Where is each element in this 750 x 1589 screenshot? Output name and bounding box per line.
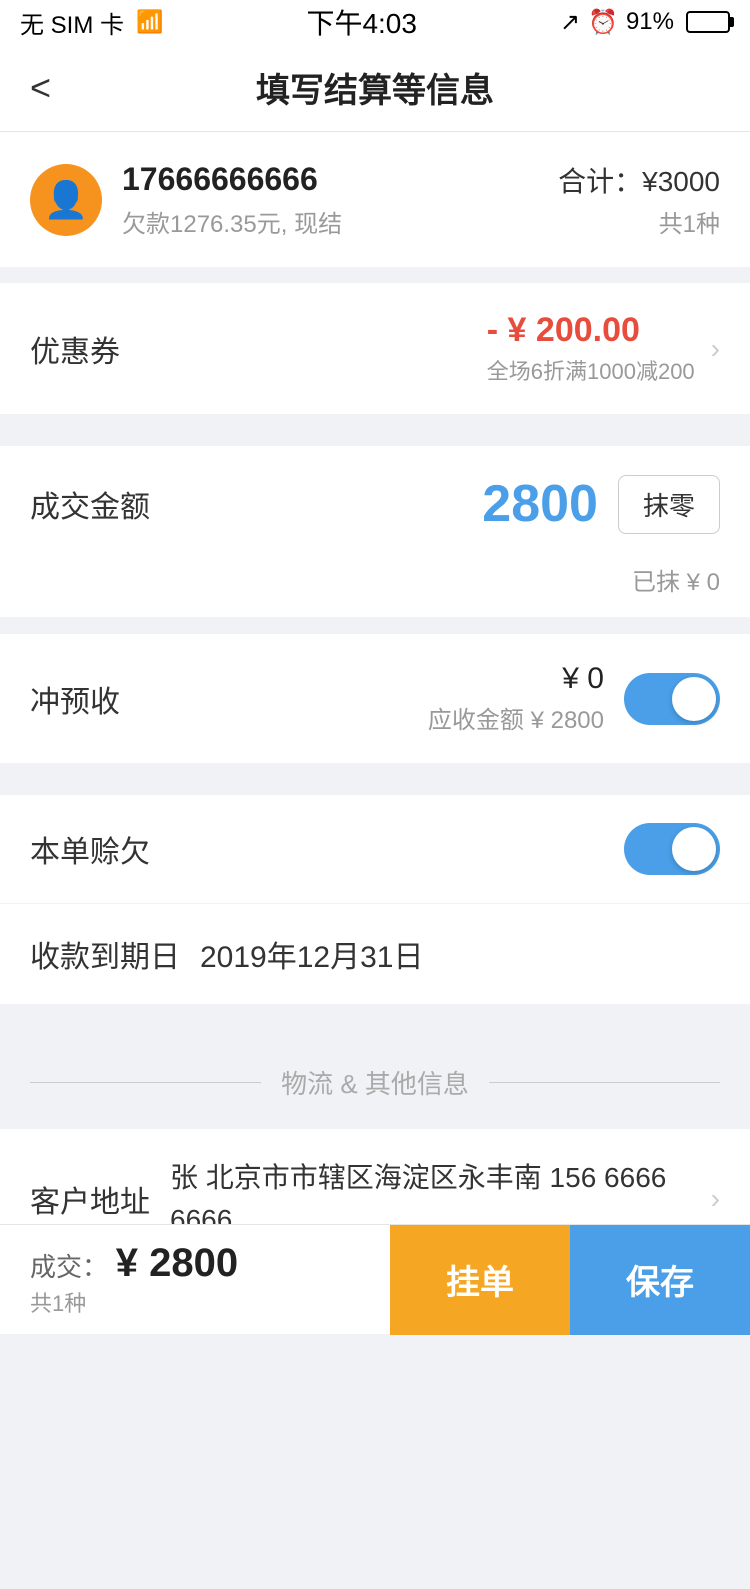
total-label: 合计： (558, 166, 642, 197)
debt-row: 本单赊欠 (0, 795, 750, 903)
address-chevron-icon: › (711, 1183, 720, 1215)
debt-toggle[interactable] (624, 823, 720, 875)
prepay-value: ¥ 0 (428, 662, 604, 696)
status-bar-right: ↗ ⏰ 91% (560, 8, 730, 37)
user-left: 👤 17666666666 欠款1276.35元, 现结 (30, 161, 342, 239)
total-label-value: 合计：¥3000 (558, 160, 720, 200)
debt-label: 本单赊欠 (30, 827, 150, 871)
bottom-summary-label: 成交： (30, 1252, 108, 1282)
coupon-info: - ¥ 200.00 全场6折满1000减200 (487, 311, 695, 386)
amount-label: 成交金额 (30, 482, 150, 526)
status-time: 下午4:03 (306, 2, 417, 42)
status-bar-left: 无 SIM 卡 📶 (20, 5, 163, 40)
bottom-summary-row: 成交： ¥ 2800 (30, 1241, 360, 1286)
hang-button[interactable]: 挂单 (390, 1225, 570, 1335)
save-button[interactable]: 保存 (570, 1225, 750, 1335)
carrier-label: 无 SIM 卡 (20, 5, 124, 40)
coupon-right: - ¥ 200.00 全场6折满1000减200 › (487, 311, 720, 386)
user-card: 👤 17666666666 欠款1276.35元, 现结 合计：¥3000 共1… (0, 132, 750, 267)
divider-3 (0, 1020, 750, 1036)
bottom-summary: 成交： ¥ 2800 共1种 (0, 1241, 390, 1318)
amount-sub: 已抹 ¥ 0 (0, 562, 750, 617)
total-amount: ¥3000 (642, 166, 720, 197)
coupon-chevron-icon: › (711, 333, 720, 365)
user-info: 17666666666 欠款1276.35元, 现结 (122, 161, 342, 239)
amount-value: 2800 (482, 474, 598, 534)
amount-row: 成交金额 2800 抹零 (0, 446, 750, 562)
prepay-label: 冲预收 (30, 677, 120, 721)
coupon-label: 优惠券 (30, 327, 120, 371)
address-label: 客户地址 (30, 1177, 150, 1221)
amount-right: 2800 抹零 (482, 474, 720, 534)
wifi-icon: 📶 (136, 9, 163, 35)
user-debt-status: 欠款1276.35元, 现结 (122, 204, 342, 239)
bottom-summary-value: ¥ 2800 (116, 1241, 238, 1285)
prepay-toggle[interactable] (624, 673, 720, 725)
coupon-discount: - ¥ 200.00 (487, 311, 695, 350)
bottom-summary-count: 共1种 (30, 1286, 360, 1318)
status-bar: 无 SIM 卡 📶 下午4:03 ↗ ⏰ 91% (0, 0, 750, 44)
battery-percent: 91% (626, 8, 674, 36)
amount-section: 成交金额 2800 抹零 已抹 ¥ 0 (0, 446, 750, 617)
debt-section: 本单赊欠 收款到期日 2019年12月31日 (0, 795, 750, 1004)
coupon-desc: 全场6折满1000减200 (487, 354, 695, 386)
bottom-bar: 成交： ¥ 2800 共1种 挂单 保存 (0, 1224, 750, 1334)
avatar: 👤 (30, 164, 102, 236)
user-phone: 17666666666 (122, 161, 342, 198)
logistics-label: 物流 & 其他信息 (281, 1064, 469, 1101)
location-icon: ↗ (560, 8, 580, 37)
divider-2 (0, 779, 750, 795)
coupon-row[interactable]: 优惠券 - ¥ 200.00 全场6折满1000减200 › (0, 283, 750, 414)
prepay-right: ¥ 0 应收金额 ¥ 2800 (428, 662, 720, 735)
prepay-row: 冲预收 ¥ 0 应收金额 ¥ 2800 (0, 634, 750, 763)
alarm-icon: ⏰ (588, 8, 618, 37)
total-count: 共1种 (558, 204, 720, 239)
content-area: 👤 17666666666 欠款1276.35元, 现结 合计：¥3000 共1… (0, 132, 750, 1589)
prepay-section: 冲预收 ¥ 0 应收金额 ¥ 2800 (0, 633, 750, 763)
page-title: 填写结算等信息 (256, 63, 494, 112)
prepay-sub: 应收金额 ¥ 2800 (428, 700, 604, 735)
prepay-amount-block: ¥ 0 应收金额 ¥ 2800 (428, 662, 604, 735)
divider-1 (0, 430, 750, 446)
battery-bar (686, 11, 730, 33)
round-button[interactable]: 抹零 (618, 475, 720, 534)
due-date-value: 2019年12月31日 (200, 932, 423, 976)
logistics-section-divider: 物流 & 其他信息 (0, 1036, 750, 1129)
due-date-label: 收款到期日 (30, 932, 180, 976)
avatar-icon: 👤 (44, 179, 89, 221)
due-date-row: 收款到期日 2019年12月31日 (0, 903, 750, 1004)
back-button[interactable]: < (30, 57, 71, 119)
nav-bar: < 填写结算等信息 (0, 44, 750, 132)
user-right: 合计：¥3000 共1种 (558, 160, 720, 239)
